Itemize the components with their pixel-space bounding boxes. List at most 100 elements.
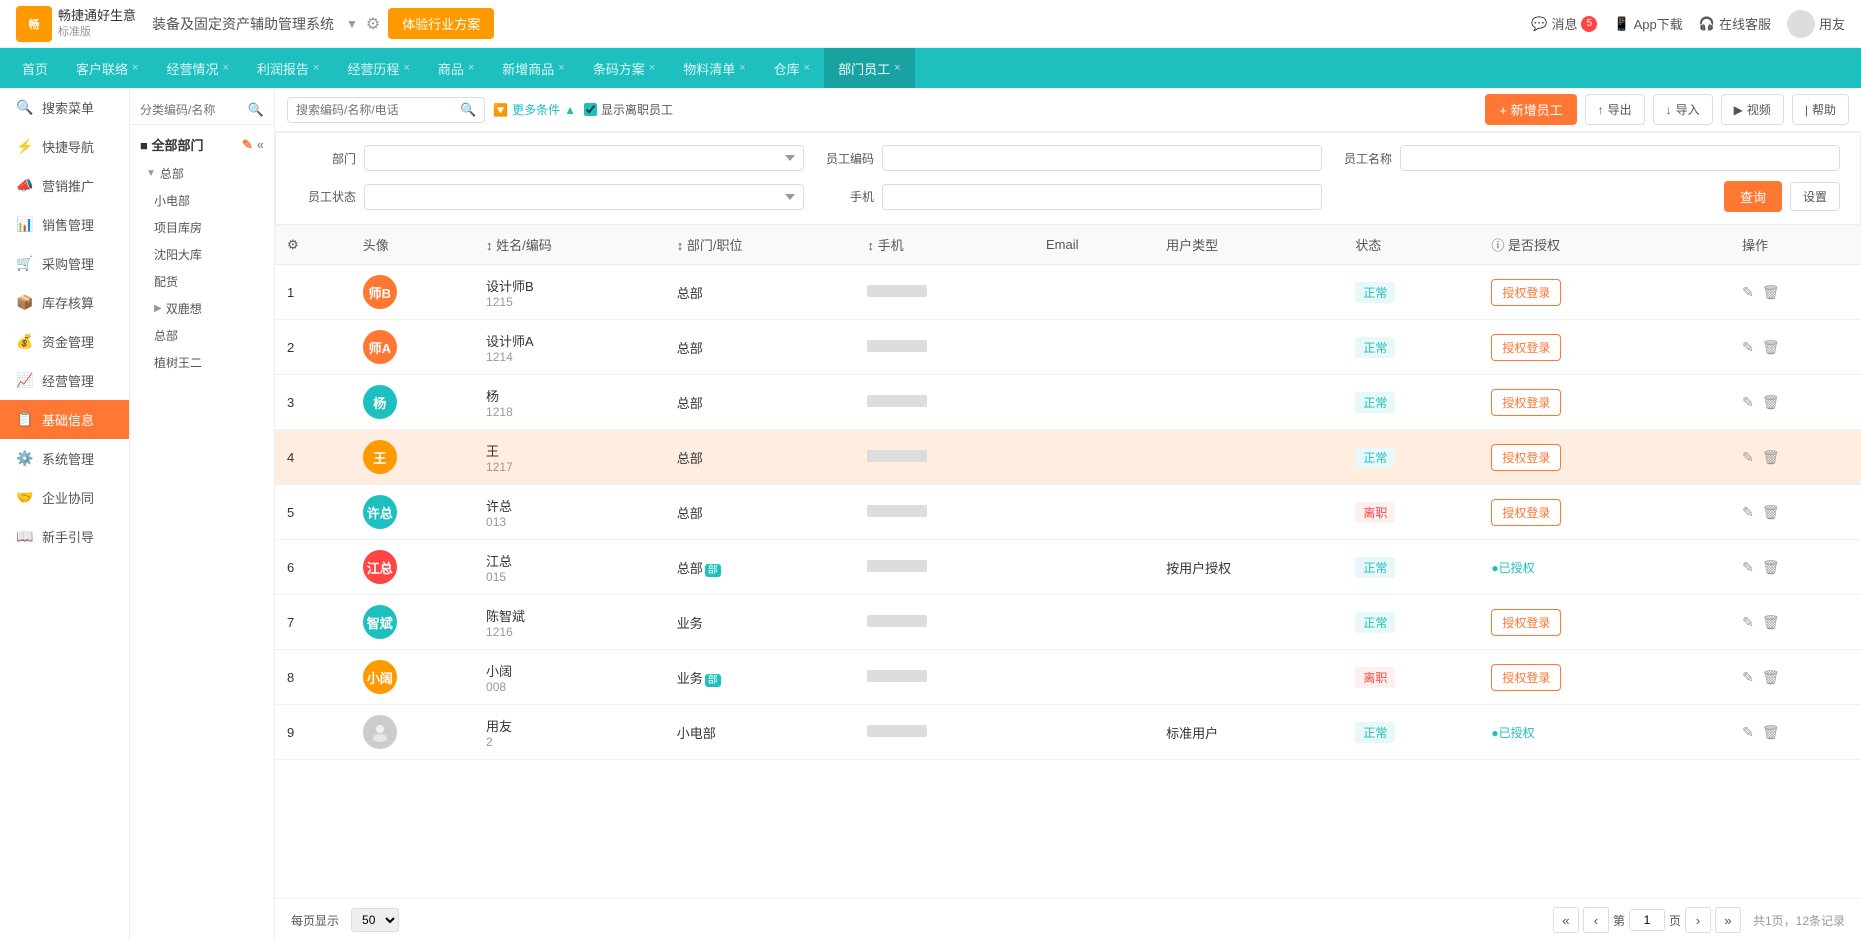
prev-page-btn[interactable]: ‹ xyxy=(1583,907,1609,933)
edit-icon[interactable]: ✎ xyxy=(1742,284,1754,301)
status-filter-select[interactable] xyxy=(364,184,804,210)
delete-icon[interactable]: 🗑 xyxy=(1762,614,1780,631)
search-input[interactable] xyxy=(296,103,456,117)
dept-item-zhishu[interactable]: 植树王二 xyxy=(130,349,274,376)
nav-tab-employees[interactable]: 部门员工 × xyxy=(824,48,914,88)
edit-icon[interactable]: ✎ xyxy=(1742,614,1754,631)
gear-icon[interactable]: ⚙ xyxy=(366,14,380,34)
edit-icon[interactable]: ✎ xyxy=(1742,394,1754,411)
authorize-btn[interactable]: 授权登录 xyxy=(1491,444,1561,471)
edit-icon[interactable]: ✎ xyxy=(1742,449,1754,466)
close-icon[interactable]: × xyxy=(222,62,228,74)
col-settings[interactable]: ⚙ xyxy=(275,225,351,265)
sidebar-item-purchase[interactable]: 🛒采购管理 xyxy=(0,244,129,283)
show-resigned-checkbox[interactable]: 显示离职员工 xyxy=(584,101,673,118)
sidebar-item-marketing[interactable]: 📣营销推广 xyxy=(0,166,129,205)
delete-icon[interactable]: 🗑 xyxy=(1762,559,1780,576)
nav-tab-goods[interactable]: 商品 × xyxy=(424,48,488,88)
dept-item-shuanglu[interactable]: ▶双鹿想 xyxy=(130,295,274,322)
nav-tab-warehouse[interactable]: 仓库 × xyxy=(760,48,824,88)
delete-icon[interactable]: 🗑 xyxy=(1762,669,1780,686)
close-icon[interactable]: × xyxy=(804,62,810,74)
query-btn[interactable]: 查询 xyxy=(1724,181,1782,212)
dept-search-icon[interactable]: 🔍 xyxy=(248,102,264,118)
per-page-select[interactable]: 50 xyxy=(351,908,399,932)
nav-tab-profit[interactable]: 利润报告 × xyxy=(243,48,333,88)
emp-code-input[interactable] xyxy=(882,145,1322,171)
view-btn[interactable]: ▶ 视频 xyxy=(1721,94,1784,125)
nav-tab-customer[interactable]: 客户联络 × xyxy=(62,48,152,88)
nav-tab-barcode[interactable]: 条码方案 × xyxy=(579,48,669,88)
nav-tab-home[interactable]: 首页 xyxy=(8,48,62,88)
reset-btn[interactable]: 设置 xyxy=(1790,182,1840,211)
authorize-btn[interactable]: 授权登录 xyxy=(1491,609,1561,636)
close-icon[interactable]: × xyxy=(313,62,319,74)
system-dropdown-icon[interactable]: ▼ xyxy=(346,17,358,31)
dept-item-xmkf[interactable]: 项目库房 xyxy=(130,214,274,241)
delete-icon[interactable]: 🗑 xyxy=(1762,394,1780,411)
nav-tab-bom[interactable]: 物料清单 × xyxy=(669,48,759,88)
last-page-btn[interactable]: » xyxy=(1715,907,1741,933)
col-auth[interactable]: ⓘ 是否授权 xyxy=(1479,225,1679,265)
phone-input[interactable] xyxy=(882,184,1322,210)
edit-icon[interactable]: ✎ xyxy=(1742,339,1754,356)
close-icon[interactable]: × xyxy=(894,62,900,74)
app-download-btn[interactable]: 📱 App下载 xyxy=(1613,14,1682,33)
sidebar-item-system[interactable]: ⚙️系统管理 xyxy=(0,439,129,478)
edit-icon[interactable]: ✎ xyxy=(1742,669,1754,686)
add-employee-btn[interactable]: + 新增员工 xyxy=(1485,94,1576,125)
sidebar-item-guide[interactable]: 📖新手引导 xyxy=(0,517,129,556)
message-btn[interactable]: 💬 消息 5 xyxy=(1531,14,1597,33)
sidebar-item-operation[interactable]: 📈经营管理 xyxy=(0,361,129,400)
col-dept[interactable]: ↕ 部门/职位 xyxy=(665,225,856,265)
more-conditions-btn[interactable]: 🔽 更多条件 ▲ xyxy=(493,101,576,118)
authorize-btn[interactable]: 授权登录 xyxy=(1491,389,1561,416)
close-icon[interactable]: × xyxy=(558,62,564,74)
close-icon[interactable]: × xyxy=(649,62,655,74)
nav-tab-new-goods[interactable]: 新增商品 × xyxy=(488,48,578,88)
next-page-btn[interactable]: › xyxy=(1685,907,1711,933)
close-icon[interactable]: × xyxy=(468,62,474,74)
authorize-btn[interactable]: 授权登录 xyxy=(1491,334,1561,361)
sidebar-item-finance[interactable]: 💰资金管理 xyxy=(0,322,129,361)
authorize-btn[interactable]: 授权登录 xyxy=(1491,499,1561,526)
delete-icon[interactable]: 🗑 xyxy=(1762,504,1780,521)
dept-item-shenyang[interactable]: 沈阳大库 xyxy=(130,241,274,268)
emp-name-input[interactable] xyxy=(1400,145,1840,171)
sidebar-item-quick[interactable]: ⚡快捷导航 xyxy=(0,127,129,166)
dept-search-input[interactable] xyxy=(140,103,248,117)
edit-icon[interactable]: ✎ xyxy=(1742,559,1754,576)
nav-tab-history[interactable]: 经营历程 × xyxy=(333,48,423,88)
export-btn[interactable]: ↑ 导出 xyxy=(1585,94,1645,125)
help-btn[interactable]: | 帮助 xyxy=(1792,94,1849,125)
dept-item-zongbu[interactable]: ▼总部 xyxy=(130,160,274,187)
page-input[interactable] xyxy=(1629,909,1665,931)
delete-icon[interactable]: 🗑 xyxy=(1762,449,1780,466)
sidebar-item-sales[interactable]: 📊销售管理 xyxy=(0,205,129,244)
delete-icon[interactable]: 🗑 xyxy=(1762,339,1780,356)
dept-item-peihuo[interactable]: 配货 xyxy=(130,268,274,295)
authorize-btn[interactable]: 授权登录 xyxy=(1491,664,1561,691)
sidebar-item-search[interactable]: 🔍搜索菜单 xyxy=(0,88,129,127)
nav-tab-business[interactable]: 经营情况 × xyxy=(152,48,242,88)
dept-edit-icon[interactable]: ✎ xyxy=(242,137,253,153)
trial-button[interactable]: 体验行业方案 xyxy=(388,8,494,39)
close-icon[interactable]: × xyxy=(403,62,409,74)
first-page-btn[interactable]: « xyxy=(1553,907,1579,933)
user-area[interactable]: 用友 xyxy=(1787,10,1845,38)
authorize-btn[interactable]: 授权登录 xyxy=(1491,279,1561,306)
sidebar-item-inventory[interactable]: 📦库存核算 xyxy=(0,283,129,322)
close-icon[interactable]: × xyxy=(132,62,138,74)
sidebar-item-basic[interactable]: 📋基础信息 xyxy=(0,400,129,439)
close-icon[interactable]: × xyxy=(739,62,745,74)
dept-filter-select[interactable] xyxy=(364,145,804,171)
search-icon[interactable]: 🔍 xyxy=(460,102,476,118)
dept-item-zongbu2[interactable]: 总部 xyxy=(130,322,274,349)
sidebar-item-collab[interactable]: 🤝企业协同 xyxy=(0,478,129,517)
col-phone[interactable]: ↕ 手机 xyxy=(855,225,1034,265)
dept-collapse-icon[interactable]: « xyxy=(257,137,264,153)
delete-icon[interactable]: 🗑 xyxy=(1762,724,1780,741)
online-service-btn[interactable]: 🎧 在线客服 xyxy=(1699,14,1771,33)
edit-icon[interactable]: ✎ xyxy=(1742,504,1754,521)
delete-icon[interactable]: 🗑 xyxy=(1762,284,1780,301)
